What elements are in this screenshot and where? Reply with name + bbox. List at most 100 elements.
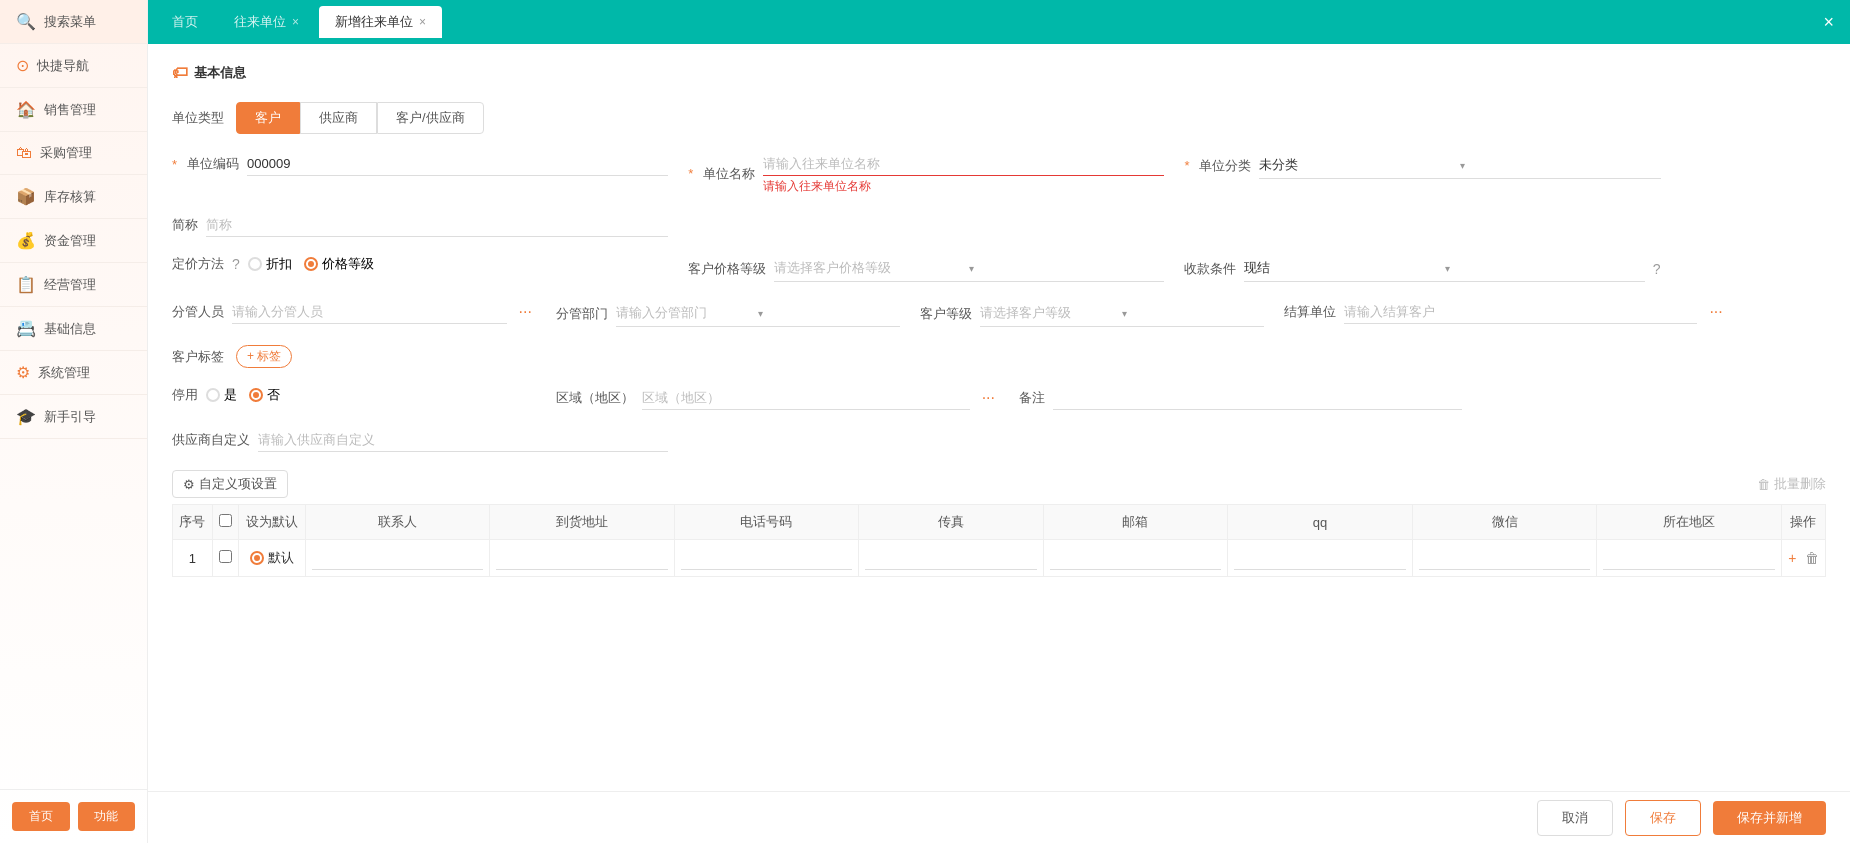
- remark-input[interactable]: [1053, 386, 1462, 410]
- manager-field: 分管人员 ···: [172, 300, 536, 324]
- tab-new-trade-close[interactable]: ×: [419, 15, 426, 29]
- add-row-icon[interactable]: +: [1788, 550, 1796, 566]
- sidebar-item-inventory[interactable]: 📦 库存核算: [0, 175, 147, 219]
- row-default-radio[interactable]: 默认: [245, 549, 298, 567]
- unit-code-input[interactable]: [247, 152, 668, 176]
- pricing-row: 定价方法 ? 折扣 价格等级 客户价格等级 请选择客户价格等级: [172, 255, 1826, 282]
- customer-price-level-select[interactable]: 请选择客户价格等级 ▾: [774, 255, 1164, 282]
- row-phone[interactable]: [674, 540, 859, 577]
- unit-name-error: 请输入往来单位名称: [763, 178, 1164, 195]
- add-tag-button[interactable]: + 标签: [236, 345, 292, 368]
- col-qq: qq: [1228, 505, 1413, 540]
- type-btn-customer[interactable]: 客户: [236, 102, 300, 134]
- sidebar-item-purchase[interactable]: 🛍 采购管理: [0, 132, 147, 175]
- pricing-radio-discount[interactable]: 折扣: [248, 255, 292, 273]
- pricing-help-icon[interactable]: ?: [232, 256, 240, 272]
- table-row: 1 默认: [173, 540, 1826, 577]
- category-arrow-icon: ▾: [1460, 160, 1661, 171]
- unit-name-field: * 单位名称 请输入往来单位名称: [668, 152, 1164, 195]
- batch-delete-icon: 🗑: [1757, 477, 1770, 492]
- row-checkbox[interactable]: [219, 550, 232, 563]
- supplier-custom-input[interactable]: [258, 428, 668, 452]
- settlement-more-icon[interactable]: ···: [1705, 303, 1726, 321]
- sidebar-item-operations[interactable]: 📋 经营管理: [0, 263, 147, 307]
- address-input[interactable]: [496, 546, 668, 570]
- batch-delete-button[interactable]: 🗑 批量删除: [1757, 475, 1826, 493]
- disabled-radio-no[interactable]: 否: [249, 386, 280, 404]
- cancel-button[interactable]: 取消: [1537, 800, 1613, 836]
- customer-price-level-field: 客户价格等级 请选择客户价格等级 ▾: [668, 255, 1164, 282]
- type-btn-supplier[interactable]: 供应商: [300, 102, 377, 134]
- qq-input[interactable]: [1234, 546, 1406, 570]
- basics-icon: 📇: [16, 319, 36, 338]
- email-input[interactable]: [1050, 546, 1222, 570]
- row-qq[interactable]: [1228, 540, 1413, 577]
- sales-icon: 🏠: [16, 100, 36, 119]
- region-input[interactable]: [642, 386, 970, 410]
- select-all-checkbox[interactable]: [219, 514, 232, 527]
- department-select[interactable]: 请输入分管部门 ▾: [616, 300, 900, 327]
- row-region[interactable]: [1597, 540, 1782, 577]
- sidebar-func-btn[interactable]: 功能: [78, 802, 136, 831]
- settlement-input[interactable]: [1344, 300, 1698, 324]
- price-level-arrow-icon: ▾: [969, 263, 1164, 274]
- sidebar-item-basics[interactable]: 📇 基础信息: [0, 307, 147, 351]
- contact-input[interactable]: [312, 546, 484, 570]
- page-footer: 取消 保存 保存并新增: [148, 791, 1850, 843]
- system-icon: ⚙: [16, 363, 30, 382]
- tab-trade[interactable]: 往来单位 ×: [218, 6, 315, 38]
- pricing-label: 定价方法: [172, 255, 224, 273]
- region-more-icon[interactable]: ···: [978, 389, 999, 407]
- save-button[interactable]: 保存: [1625, 800, 1701, 836]
- payment-help-icon[interactable]: ?: [1653, 261, 1661, 277]
- manager-label: 分管人员: [172, 303, 224, 321]
- tab-trade-close[interactable]: ×: [292, 15, 299, 29]
- unit-name-wrapper: 请输入往来单位名称: [763, 152, 1164, 195]
- sidebar-item-finance[interactable]: 💰 资金管理: [0, 219, 147, 263]
- window-close-button[interactable]: ×: [1815, 12, 1842, 33]
- sidebar-item-search[interactable]: 🔍 搜索菜单: [0, 0, 147, 44]
- payment-terms-select[interactable]: 现结 ▾: [1244, 255, 1644, 282]
- row-actions: + 🗑: [1788, 550, 1819, 566]
- row-region-input[interactable]: [1603, 546, 1775, 570]
- unit-category-field: * 单位分类 未分类 ▾: [1164, 152, 1660, 179]
- tag-field: 客户标签 + 标签: [172, 345, 292, 368]
- manager-input[interactable]: [232, 300, 507, 324]
- row-fax[interactable]: [859, 540, 1044, 577]
- sidebar-item-quick-nav[interactable]: ⊙ 快捷导航: [0, 44, 147, 88]
- sidebar: 🔍 搜索菜单 ⊙ 快捷导航 🏠 销售管理 🛍 采购管理 📦 库存核算 💰 资金管…: [0, 0, 148, 843]
- supplier-custom-row: 供应商自定义: [172, 428, 1826, 452]
- row-contact[interactable]: [305, 540, 490, 577]
- tab-home[interactable]: 首页: [156, 6, 214, 38]
- manager-more-icon[interactable]: ···: [515, 303, 536, 321]
- fax-input[interactable]: [865, 546, 1037, 570]
- sidebar-item-guide[interactable]: 🎓 新手引导: [0, 395, 147, 439]
- tag-row: 客户标签 + 标签: [172, 345, 1826, 368]
- row-no: 1: [173, 540, 213, 577]
- tab-new-trade[interactable]: 新增往来单位 ×: [319, 6, 442, 38]
- save-add-button[interactable]: 保存并新增: [1713, 801, 1826, 835]
- sidebar-item-system[interactable]: ⚙ 系统管理: [0, 351, 147, 395]
- abbr-input[interactable]: [206, 213, 668, 237]
- row-wechat[interactable]: [1412, 540, 1597, 577]
- row-email[interactable]: [1043, 540, 1228, 577]
- region-field: 区域（地区） ···: [536, 386, 999, 410]
- department-label: 分管部门: [556, 305, 608, 323]
- wechat-input[interactable]: [1419, 546, 1591, 570]
- unit-category-select[interactable]: 未分类 ▾: [1259, 152, 1660, 179]
- sidebar-item-sales[interactable]: 🏠 销售管理: [0, 88, 147, 132]
- type-btn-both[interactable]: 客户/供应商: [377, 102, 484, 134]
- form-content: 🏷 基本信息 单位类型 客户 供应商 客户/供应商 * 单位编码 *: [148, 44, 1850, 791]
- code-name-category-row: * 单位编码 * 单位名称 请输入往来单位名称 * 单位分类 未分类 ▾: [172, 152, 1826, 195]
- sidebar-home-btn[interactable]: 首页: [12, 802, 70, 831]
- customer-level-select[interactable]: 请选择客户等级 ▾: [980, 300, 1264, 327]
- pricing-radio-level[interactable]: 价格等级: [304, 255, 374, 273]
- col-wechat: 微信: [1412, 505, 1597, 540]
- custom-settings-button[interactable]: ⚙ 自定义项设置: [172, 470, 288, 498]
- delete-row-icon[interactable]: 🗑: [1805, 550, 1819, 566]
- row-address[interactable]: [490, 540, 675, 577]
- supplier-custom-field: 供应商自定义: [172, 428, 668, 452]
- unit-name-input[interactable]: [763, 152, 1164, 176]
- disabled-radio-yes[interactable]: 是: [206, 386, 237, 404]
- phone-input[interactable]: [681, 546, 853, 570]
